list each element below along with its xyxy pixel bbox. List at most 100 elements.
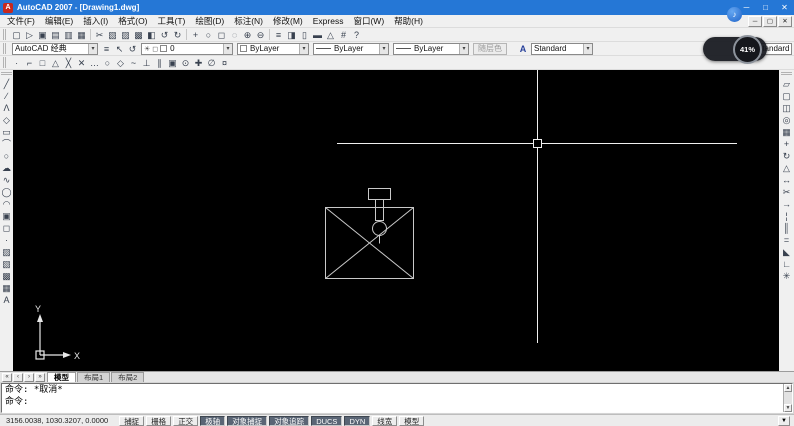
close-button[interactable]: ✕ — [775, 0, 794, 15]
status-toggle-ducs[interactable]: DUCS — [311, 415, 343, 426]
command-window[interactable]: 命令: *取消* 命令: ▲ ▼ — [1, 383, 793, 413]
menu-item-express[interactable]: Express — [308, 15, 349, 28]
array-icon[interactable]: ▦ — [781, 126, 793, 138]
menu-item-file[interactable]: 文件(F) — [2, 15, 40, 28]
scroll-up-icon[interactable]: ▲ — [784, 384, 792, 392]
hatch-icon[interactable]: ▨ — [1, 246, 13, 258]
sheet-set-manager-icon[interactable]: ▬ — [311, 29, 324, 41]
table-icon[interactable]: ▦ — [1, 282, 13, 294]
snap-midpoint-icon[interactable]: △ — [49, 57, 62, 69]
region-icon[interactable]: ▩ — [1, 270, 13, 282]
open-icon[interactable]: ▷ — [23, 29, 36, 41]
status-toggle-ortho[interactable]: 正交 — [173, 415, 199, 426]
gradient-icon[interactable]: ▧ — [1, 258, 13, 270]
zoom-in-icon[interactable]: ⊕ — [241, 29, 254, 41]
status-toggle-lineweight[interactable]: 线宽 — [372, 415, 398, 426]
linetype-select[interactable]: ByLayer ▾ — [313, 42, 389, 55]
quickcalc-icon[interactable]: # — [337, 29, 350, 41]
scale-icon[interactable]: △ — [781, 162, 793, 174]
tab-layout2[interactable]: 布局2 — [111, 372, 145, 382]
drawing-canvas[interactable]: Y X — [13, 70, 779, 371]
tab-model[interactable]: 模型 — [47, 372, 76, 382]
menu-item-dimension[interactable]: 标注(N) — [229, 15, 268, 28]
snap-apparent-intersection-icon[interactable]: ✕ — [75, 57, 88, 69]
tab-layout1[interactable]: 布局1 — [77, 372, 111, 382]
last-tab-button[interactable]: » — [35, 373, 45, 382]
menu-item-help[interactable]: 帮助(H) — [389, 15, 428, 28]
snap-tangent-icon[interactable]: ~ — [127, 57, 140, 69]
toolbar-drag-handle[interactable] — [3, 29, 7, 40]
rotate-icon[interactable]: ↻ — [781, 150, 793, 162]
menu-item-draw[interactable]: 绘图(D) — [190, 15, 229, 28]
ellipse-arc-icon[interactable]: ◠ — [1, 198, 13, 210]
status-toggle-model-space[interactable]: 模型 — [399, 415, 425, 426]
snap-perpendicular-icon[interactable]: ⊥ — [140, 57, 153, 69]
snap-node-icon[interactable]: ⊙ — [179, 57, 192, 69]
stretch-icon[interactable]: ↔ — [781, 174, 793, 186]
status-toggle-polar[interactable]: 极轴 — [200, 415, 226, 426]
layer-properties-manager-icon[interactable]: ≡ — [100, 43, 113, 55]
undo-icon[interactable]: ↺ — [158, 29, 171, 41]
circle-icon[interactable]: ○ — [1, 150, 13, 162]
status-bar-menu-button[interactable]: ▼ — [778, 415, 790, 426]
line-icon[interactable]: ╱ — [1, 78, 13, 90]
layer-select[interactable]: ☀ ◻ 0 ▾ — [141, 42, 233, 55]
toolbar-drag-handle[interactable] — [3, 57, 7, 68]
join-icon[interactable]: = — [781, 234, 793, 246]
menu-item-edit[interactable]: 编辑(E) — [40, 15, 78, 28]
layer-previous-icon[interactable]: ↺ — [126, 43, 139, 55]
snap-parallel-icon[interactable]: ∥ — [153, 57, 166, 69]
designcenter-icon[interactable]: ◨ — [285, 29, 298, 41]
command-scrollbar[interactable]: ▲ ▼ — [783, 384, 792, 412]
help-icon[interactable]: ? — [350, 29, 363, 41]
toolbar-drag-handle[interactable] — [781, 72, 792, 76]
prev-tab-button[interactable]: ‹ — [13, 373, 23, 382]
menu-item-window[interactable]: 窗口(W) — [348, 15, 389, 28]
chamfer-icon[interactable]: ◣ — [781, 246, 793, 258]
workspace-select[interactable]: AutoCAD 经典 ▾ — [12, 42, 98, 55]
document-restore-button[interactable]: ▢ — [763, 15, 777, 27]
paste-icon[interactable]: ▨ — [119, 29, 132, 41]
multiline-text-icon[interactable]: A — [1, 294, 13, 306]
trim-icon[interactable]: ✂ — [781, 186, 793, 198]
status-toggle-osnap[interactable]: 对象捕捉 — [227, 415, 268, 426]
match-properties-icon[interactable]: ▩ — [132, 29, 145, 41]
snap-insert-icon[interactable]: ▣ — [166, 57, 179, 69]
copy-object-icon[interactable]: ▢ — [781, 90, 793, 102]
osnap-settings-icon[interactable]: ¤ — [218, 57, 231, 69]
zoom-realtime-icon[interactable]: ○ — [202, 29, 215, 41]
revision-cloud-icon[interactable]: ☁ — [1, 162, 13, 174]
mirror-icon[interactable]: ◫ — [781, 102, 793, 114]
color-select[interactable]: ByLayer ▾ — [237, 42, 309, 55]
snap-center-icon[interactable]: ○ — [101, 57, 114, 69]
block-editor-icon[interactable]: ◧ — [145, 29, 158, 41]
new-icon[interactable]: ▢ — [10, 29, 23, 41]
make-block-icon[interactable]: ◻ — [1, 222, 13, 234]
snap-endpoint-icon[interactable]: □ — [36, 57, 49, 69]
text-style-icon[interactable]: A — [517, 44, 529, 54]
break-icon[interactable]: ║ — [781, 222, 793, 234]
insert-block-icon[interactable]: ▣ — [1, 210, 13, 222]
point-icon[interactable]: · — [1, 234, 13, 246]
rectangle-icon[interactable]: ▭ — [1, 126, 13, 138]
status-toggle-grid[interactable]: 栅格 — [146, 415, 172, 426]
construction-line-icon[interactable]: ∕ — [1, 90, 13, 102]
redo-icon[interactable]: ↻ — [171, 29, 184, 41]
snap-quadrant-icon[interactable]: ◇ — [114, 57, 127, 69]
status-toggle-snap[interactable]: 捕捉 — [119, 415, 145, 426]
snap-intersection-icon[interactable]: ╳ — [62, 57, 75, 69]
snap-nearest-icon[interactable]: ✚ — [192, 57, 205, 69]
menu-item-format[interactable]: 格式(O) — [113, 15, 152, 28]
ellipse-icon[interactable]: ◯ — [1, 186, 13, 198]
menu-item-modify[interactable]: 修改(M) — [268, 15, 308, 28]
erase-icon[interactable]: ▱ — [781, 78, 793, 90]
plot-icon[interactable]: ▤ — [49, 29, 62, 41]
explode-icon[interactable]: ✳ — [781, 270, 793, 282]
snap-none-icon[interactable]: ∅ — [205, 57, 218, 69]
toolbar-drag-handle[interactable] — [1, 72, 12, 76]
text-style-select[interactable]: Standard ▾ — [531, 42, 593, 55]
next-tab-button[interactable]: › — [24, 373, 34, 382]
floating-app-button[interactable]: ♪ — [727, 7, 742, 22]
snap-extension-icon[interactable]: … — [88, 57, 101, 69]
markup-set-manager-icon[interactable]: △ — [324, 29, 337, 41]
